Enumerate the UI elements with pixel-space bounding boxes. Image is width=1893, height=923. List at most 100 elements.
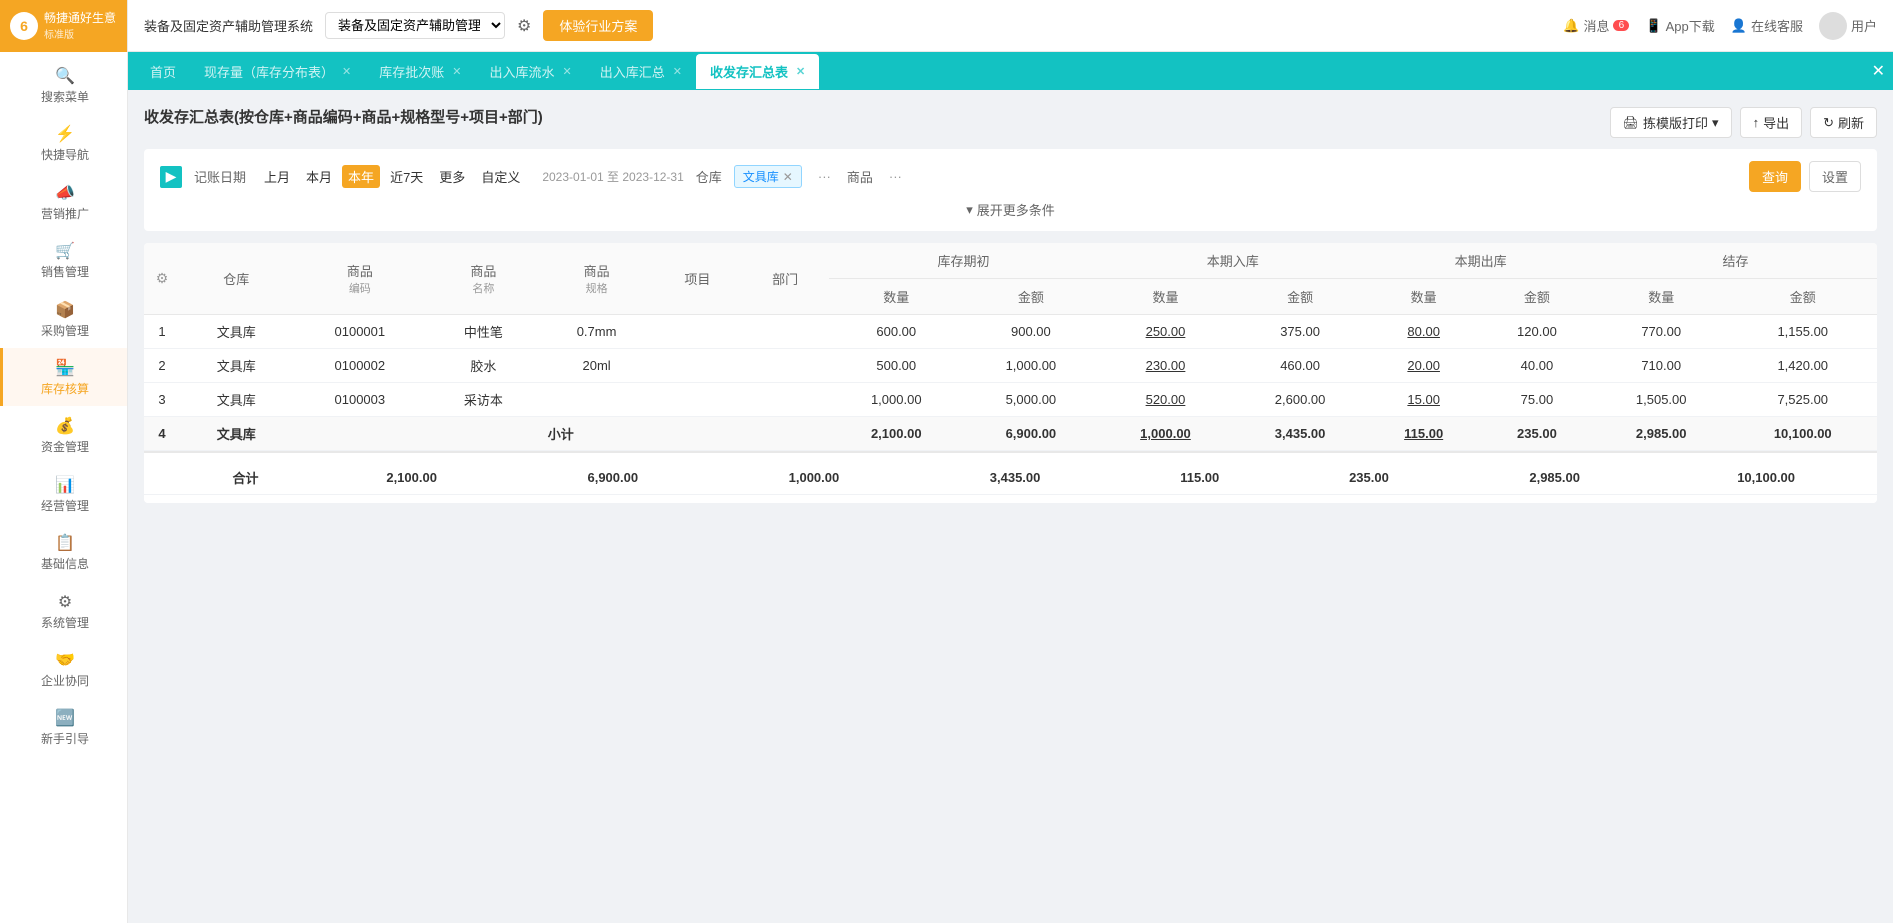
footer-in-qty: 1,000.00 [713, 461, 914, 495]
table-header-row-1: ⚙ 仓库 商品编码 商品名称 商品规格 项目 部门 库存期初 本期入库 本期出库… [144, 243, 1877, 279]
row-warehouse-1: 文具库 [180, 349, 293, 383]
row-out-amt-0: 120.00 [1480, 315, 1594, 349]
user-area[interactable]: 用户 [1819, 12, 1877, 40]
date-btn-this-year[interactable]: 本年 [342, 165, 380, 188]
date-btn-more[interactable]: 更多 [433, 165, 471, 188]
print-btn[interactable]: 🖨 拣模版打印 ▾ [1610, 107, 1732, 138]
tab-batch[interactable]: 库存批次账 ✕ [365, 54, 475, 89]
sidebar-item-finance[interactable]: 💰资金管理 [0, 406, 127, 464]
sidebar-sales-icon: 🛒 [55, 241, 75, 261]
query-btn[interactable]: 查询 [1749, 161, 1801, 192]
phone-icon: 📱 [1645, 18, 1661, 34]
sidebar-item-collab[interactable]: 🤝企业协同 [0, 640, 127, 698]
sidebar-item-system[interactable]: ⚙系统管理 [0, 582, 127, 640]
filter-collapse-btn[interactable]: ▶ [160, 166, 182, 188]
settings-btn[interactable]: 设置 [1809, 161, 1861, 192]
warehouse-tag-close[interactable]: ✕ [783, 170, 793, 184]
col-in-qty-header: 数量 [1098, 279, 1233, 315]
export-btn[interactable]: ↑ 导出 [1740, 107, 1803, 138]
row-out-qty-0[interactable]: 80.00 [1367, 315, 1480, 349]
tab-close-summary[interactable]: ✕ [673, 65, 682, 78]
footer-open-qty: 2,100.00 [311, 461, 512, 495]
app-download[interactable]: 📱 App下载 [1645, 16, 1714, 35]
tab-close-stock[interactable]: ✕ [342, 65, 351, 78]
sidebar-purchase-label: 采购管理 [41, 324, 89, 338]
warehouse-more-dots[interactable]: ··· [814, 169, 835, 184]
goods-more-dots[interactable]: ··· [885, 169, 906, 184]
tab-label-home: 首页 [150, 62, 176, 81]
row-dept-2 [741, 383, 829, 417]
date-btn-last-month[interactable]: 上月 [258, 165, 296, 188]
subtotal-in-qty[interactable]: 1,000.00 [1098, 417, 1233, 451]
tab-flow[interactable]: 出入库流水✕ [475, 54, 585, 89]
sidebar-operations-label: 经营管理 [41, 499, 89, 513]
row-no-1: 2 [144, 349, 180, 383]
tab-close-flow[interactable]: ✕ [563, 65, 572, 78]
sidebar-sales-label: 销售管理 [41, 265, 89, 279]
sidebar-item-search[interactable]: 🔍搜索菜单 [0, 56, 127, 114]
sidebar-item-guide[interactable]: 🆕新手引导 [0, 698, 127, 756]
tab-stock[interactable]: 现存量（库存分布表）✕ [190, 54, 365, 89]
footer-out-qty: 115.00 [1116, 461, 1284, 495]
subtotal-out-qty[interactable]: 115.00 [1367, 417, 1480, 451]
col-settings: ⚙ [144, 243, 180, 315]
col-open-amt-header: 金额 [964, 279, 1099, 315]
footer-table: 合计 2,100.00 6,900.00 1,000.00 3,435.00 1… [144, 461, 1877, 495]
tab-summary[interactable]: 出入库汇总✕ [586, 54, 696, 89]
date-btn-7days[interactable]: 近7天 [384, 165, 429, 188]
refresh-btn[interactable]: ↻ 刷新 [1810, 107, 1877, 138]
date-btn-custom[interactable]: 自定义 [475, 165, 526, 188]
table-gear-icon[interactable]: ⚙ [156, 270, 169, 286]
col-close-qty-header: 数量 [1594, 279, 1729, 315]
tab-label-batch: 库存批次账 [379, 62, 444, 81]
date-range-display: 2023-01-01 至 2023-12-31 [542, 168, 683, 185]
tab-receive[interactable]: 收发存汇总表✕ [696, 54, 819, 89]
sidebar-item-marketing[interactable]: 📣营销推广 [0, 173, 127, 231]
date-btn-this-month[interactable]: 本月 [300, 165, 338, 188]
row-open-amt-0: 900.00 [964, 315, 1099, 349]
tab-close-receive[interactable]: ✕ [796, 65, 805, 78]
sidebar-item-purchase[interactable]: 📦 采购管理 [0, 290, 127, 348]
row-out-qty-2[interactable]: 15.00 [1367, 383, 1480, 417]
close-all-tabs-icon[interactable]: ✕ [1872, 61, 1885, 81]
sidebar-item-operations[interactable]: 📊经营管理 [0, 465, 127, 523]
table-body: 1 文具库 0100001 中性笔 0.7mm 600.00 900.00 25… [144, 315, 1877, 451]
system-select[interactable]: 装备及固定资产辅助管理系统 [325, 12, 505, 39]
col-spec-header: 商品规格 [540, 243, 654, 315]
topbar-gear-icon[interactable]: ⚙ [517, 16, 531, 36]
row-open-qty-1: 500.00 [829, 349, 964, 383]
row-in-qty-1[interactable]: 230.00 [1098, 349, 1233, 383]
sidebar-item-inventory[interactable]: 🏪库存核算 [0, 348, 127, 406]
sidebar-system-icon: ⚙ [58, 592, 72, 612]
col-in-header: 本期入库 [1098, 243, 1367, 279]
subtotal-out-amt: 235.00 [1480, 417, 1594, 451]
tab-home[interactable]: 首页 [136, 54, 190, 89]
row-open-amt-2: 5,000.00 [964, 383, 1099, 417]
row-in-qty-0[interactable]: 250.00 [1098, 315, 1233, 349]
sidebar-item-basic[interactable]: 📋基础信息 [0, 523, 127, 581]
online-service[interactable]: 👤 在线客服 [1731, 16, 1803, 35]
col-out-qty-header: 数量 [1367, 279, 1480, 315]
row-spec-2 [540, 383, 654, 417]
col-open-qty-header: 数量 [829, 279, 964, 315]
experience-btn[interactable]: 体验行业方案 [543, 10, 653, 41]
filter-card: ▶ 记账日期 上月 本月 本年 近7天 更多 自定义 2023-01-01 至 … [144, 149, 1877, 231]
export-icon: ↑ [1753, 115, 1760, 130]
notifications-badge: 6 [1613, 20, 1629, 31]
row-out-qty-1[interactable]: 20.00 [1367, 349, 1480, 383]
tab-close-batch[interactable]: ✕ [452, 65, 461, 78]
sidebar-purchase-icon: 📦 [55, 300, 75, 320]
row-in-amt-0: 375.00 [1233, 315, 1368, 349]
sidebar-quicknav-label: 快捷导航 [41, 148, 89, 162]
sidebar-item-sales[interactable]: 🛒 销售管理 [0, 231, 127, 289]
sidebar: 6 畅捷通好生意 标准版 🔍搜索菜单⚡快捷导航📣营销推广🛒销售管理📦采购管理🏪库… [0, 0, 128, 923]
row-name-2: 采访本 [427, 383, 540, 417]
expand-filter-btn[interactable]: ▾ 展开更多条件 [966, 200, 1055, 219]
row-name-1: 胶水 [427, 349, 540, 383]
row-in-qty-2[interactable]: 520.00 [1098, 383, 1233, 417]
sidebar-item-quicknav[interactable]: ⚡快捷导航 [0, 114, 127, 172]
notifications[interactable]: 🔔 消息 6 [1563, 16, 1629, 35]
row-open-qty-2: 1,000.00 [829, 383, 964, 417]
topbar: 装备及固定资产辅助管理系统 装备及固定资产辅助管理系统 ⚙ 体验行业方案 🔔 消… [128, 0, 1893, 52]
table-footer: 合计 2,100.00 6,900.00 1,000.00 3,435.00 1… [144, 451, 1877, 503]
